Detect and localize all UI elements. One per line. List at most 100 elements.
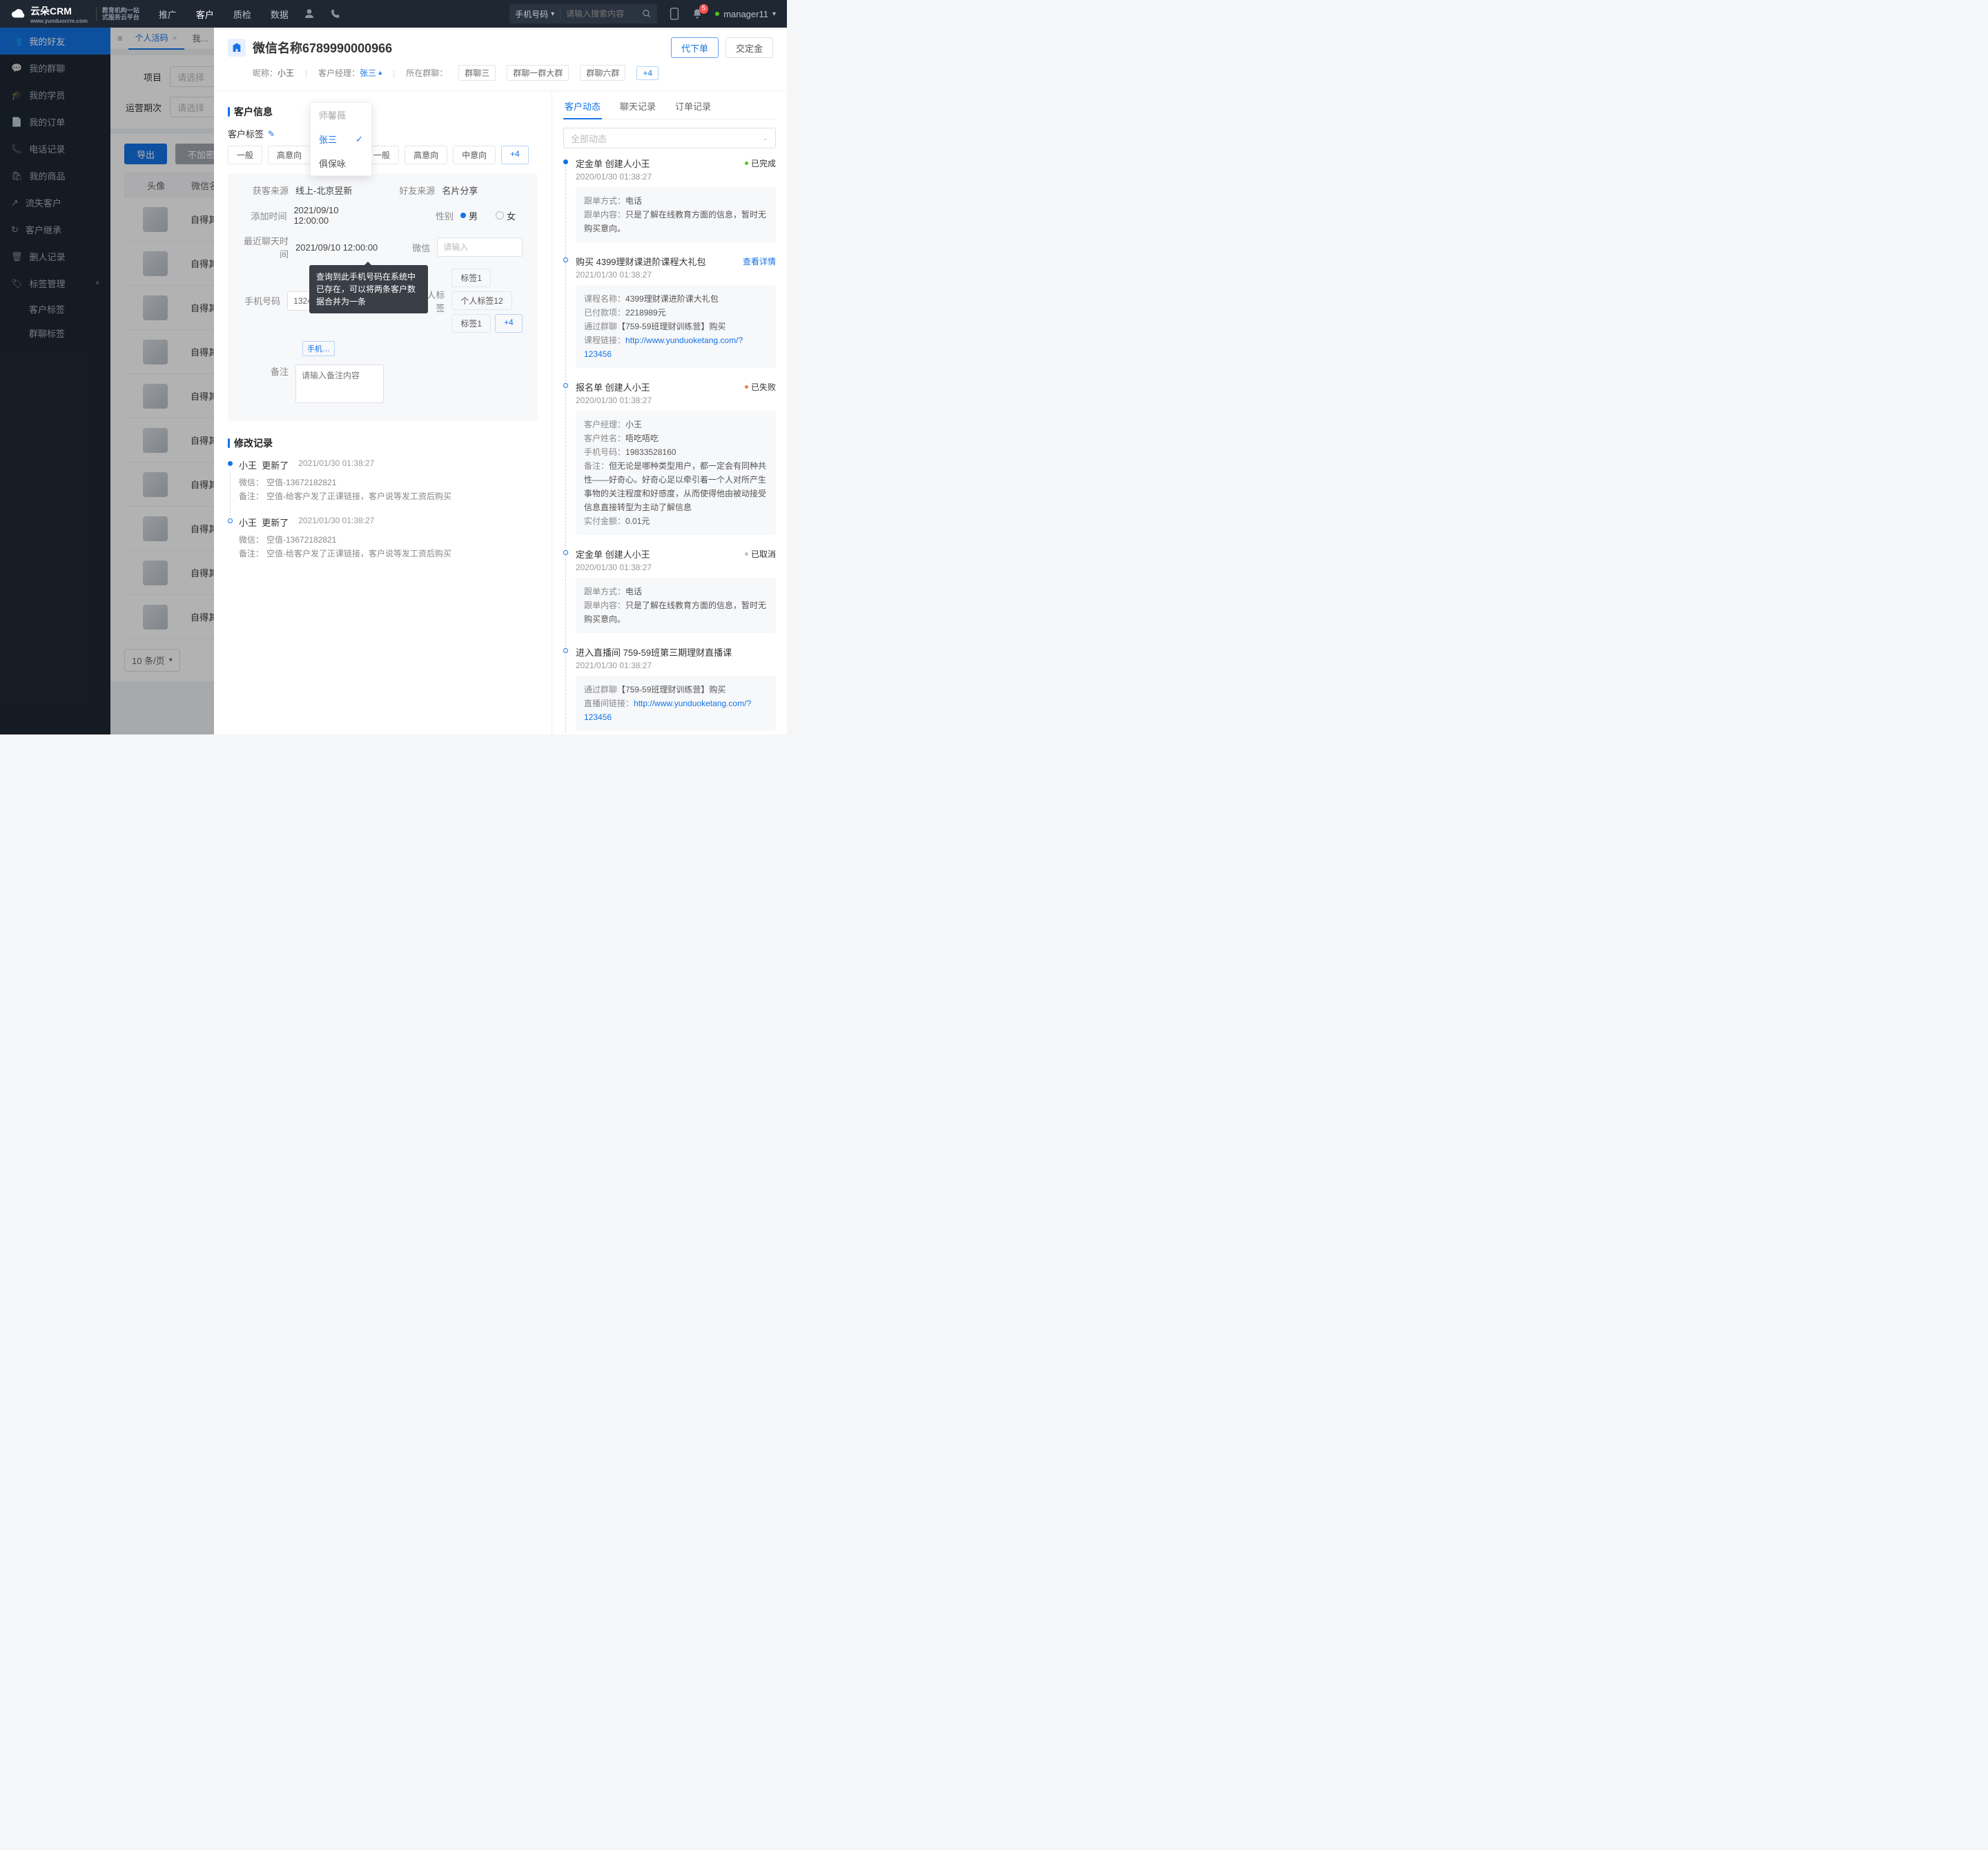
tl-head: 定金单 创建人小王: [576, 547, 650, 561]
activity-filter[interactable]: 全部动态⌄: [563, 128, 776, 148]
src-value: 线上-北京昱新: [295, 184, 352, 197]
notification-badge: 5: [699, 4, 709, 14]
history-item: 小王 更新了2021/01/30 01:38:27微信：空值-136721828…: [228, 458, 538, 503]
nav-qc[interactable]: 质检: [233, 8, 251, 21]
customer-tag[interactable]: 一般: [228, 146, 262, 164]
tl-head: 进入直播间 759-59班第三期理财直播课: [576, 645, 732, 659]
tl-box: 课程名称：4399理财课进阶课大礼包已付款项：2218989元通过群聊【759-…: [576, 285, 776, 368]
group-label: 所在群聊：: [406, 67, 447, 79]
radio-female[interactable]: 女: [496, 209, 516, 222]
activity-tabs: 客户动态 聊天记录 订单记录: [563, 99, 776, 119]
lastchat-value: 2021/09/10 12:00:00: [295, 242, 378, 253]
customer-tag-more[interactable]: +4: [501, 146, 529, 164]
edit-icon[interactable]: ✎: [268, 129, 275, 139]
friend-label: 好友来源: [385, 184, 435, 197]
timeline-item: 定金单 创建人小王已取消2020/01/30 01:38:27跟单方式：电话跟单…: [576, 547, 776, 633]
personal-tag[interactable]: 个人标签12: [451, 291, 511, 310]
phone-label: 手机号码: [239, 294, 280, 307]
left-pane: 客户信息 客户标签✎ 一般高意向中意向一般高意向中意向+4 获客来源 线上-北京…: [214, 91, 552, 734]
personal-tag[interactable]: 标签1: [451, 314, 491, 333]
history-who: 小王 更新了: [239, 458, 289, 471]
nav-customer[interactable]: 客户: [196, 8, 214, 21]
mgr-option[interactable]: 俱保咏: [311, 151, 371, 175]
user-menu[interactable]: manager11 ▾: [715, 9, 776, 19]
tl-status: 已失败: [745, 381, 776, 393]
username-label: manager11: [723, 9, 768, 19]
check-icon: ✓: [355, 134, 363, 145]
sex-label: 性别: [406, 209, 454, 222]
top-nav: 推广 客户 质检 数据: [159, 8, 289, 21]
nick-value: 小王: [277, 68, 294, 78]
info-card: 获客来源 线上-北京昱新 好友来源 名片分享 添加时间 2021/09/10 1…: [228, 174, 538, 421]
group-chip[interactable]: 群聊六群: [580, 65, 625, 81]
chevron-down-icon: ▾: [772, 10, 776, 18]
tab-chat[interactable]: 聊天记录: [618, 99, 657, 119]
device-icon[interactable]: [670, 8, 679, 20]
view-detail-link[interactable]: 查看详情: [743, 255, 776, 267]
mgr-label: 客户经理：: [318, 68, 360, 78]
mgr-option[interactable]: 师馨薇: [311, 103, 371, 127]
wx-input[interactable]: [437, 237, 523, 257]
brand-url: www.yunduocrm.com: [30, 18, 88, 24]
brand-name: 云朵CRM: [30, 4, 88, 18]
nick-label: 昵称：: [253, 68, 277, 78]
tl-time: 2020/01/30 01:38:27: [576, 172, 776, 182]
tl-box: 跟单方式：电话跟单内容：只是了解在线教育方面的信息，暂时无购买意向。: [576, 578, 776, 633]
group-chip[interactable]: 群聊一群大群: [507, 65, 569, 81]
phone-tooltip: 查询到此手机号码在系统中已存在，可以将两条客户数据合并为一条: [309, 265, 428, 313]
tl-box: 通过群聊【759-59班理财训练营】购买直播间链接：http://www.yun…: [576, 676, 776, 731]
tl-time: 2021/01/30 01:38:27: [576, 270, 776, 280]
search-icon[interactable]: [636, 9, 657, 19]
right-pane: 客户动态 聊天记录 订单记录 全部动态⌄ 定金单 创建人小王已完成2020/01…: [552, 91, 787, 734]
phone-type-tag[interactable]: 手机…: [302, 341, 335, 356]
tl-status: 已取消: [745, 548, 776, 560]
sec-history: 修改记录: [228, 436, 538, 450]
mgr-dropdown: 师馨薇 张三✓ 俱保咏: [310, 102, 372, 176]
customer-drawer: 微信名称6789990000966 代下单 交定金 昵称：小王 | 客户经理：张…: [214, 28, 787, 734]
nav-data[interactable]: 数据: [271, 8, 289, 21]
deposit-button[interactable]: 交定金: [725, 37, 773, 58]
search-input[interactable]: [561, 9, 636, 19]
tl-box: 跟单方式：电话跟单内容：只是了解在线教育方面的信息，暂时无购买意向。: [576, 187, 776, 242]
user-icon[interactable]: [304, 8, 315, 19]
remark-input[interactable]: [295, 364, 384, 403]
top-search: 手机号码▾: [509, 4, 657, 23]
topbar: 云朵CRM www.yunduocrm.com 教育机构一站式服务云平台 推广 …: [0, 0, 787, 28]
src-label: 获客来源: [239, 184, 289, 197]
tl-head: 定金单 创建人小王: [576, 157, 650, 170]
timeline-item: 报名单 创建人小王 已失败 2020/01/30 01:38:27 客户经理：小王客户…: [576, 380, 776, 535]
customer-tag[interactable]: 高意向: [405, 146, 447, 164]
customer-tag[interactable]: 中意向: [453, 146, 496, 164]
mgr-option[interactable]: 张三✓: [311, 127, 371, 151]
group-chip[interactable]: 群聊三: [458, 65, 496, 81]
addtime-value: 2021/09/10 12:00:00: [293, 205, 373, 226]
wx-label: 微信: [402, 241, 430, 254]
sec-customer-info: 客户信息: [228, 105, 538, 119]
tags-label: 客户标签: [228, 127, 264, 140]
personal-tag-more[interactable]: +4: [495, 314, 523, 333]
history-who: 小王 更新了: [239, 516, 289, 529]
customer-tag[interactable]: 高意向: [268, 146, 311, 164]
phone-icon[interactable]: [330, 8, 341, 19]
lastchat-label: 最近聊天时间: [239, 234, 289, 260]
tl-head: 报名单 创建人小王: [576, 380, 650, 393]
tl-head: 购买 4399理财课进阶课程大礼包: [576, 255, 706, 268]
group-more[interactable]: +4: [636, 66, 659, 80]
tl-time: 2020/01/30 01:38:27: [576, 396, 776, 405]
search-type-select[interactable]: 手机号码▾: [509, 8, 561, 20]
tab-activity[interactable]: 客户动态: [563, 99, 602, 119]
tl-time: 2021/01/30 01:38:27: [576, 661, 776, 670]
radio-male[interactable]: 男: [460, 209, 478, 222]
addtime-label: 添加时间: [239, 209, 286, 222]
brand-logo: 云朵CRM www.yunduocrm.com 教育机构一站式服务云平台: [11, 4, 139, 24]
bell-icon[interactable]: 5: [692, 8, 703, 19]
mgr-select[interactable]: 张三▴: [360, 67, 382, 79]
status-dot-icon: [715, 12, 719, 16]
personal-tag[interactable]: 标签1: [451, 269, 491, 287]
history-time: 2021/01/30 01:38:27: [298, 458, 374, 471]
nav-promo[interactable]: 推广: [159, 8, 177, 21]
tl-box: 客户经理：小王客户姓名：唔吃唔吃手机号码：19833528160备注：但无论是哪…: [576, 411, 776, 535]
proxy-order-button[interactable]: 代下单: [671, 37, 719, 58]
drawer-title: 微信名称6789990000966: [253, 39, 392, 57]
tab-orders[interactable]: 订单记录: [674, 99, 712, 119]
